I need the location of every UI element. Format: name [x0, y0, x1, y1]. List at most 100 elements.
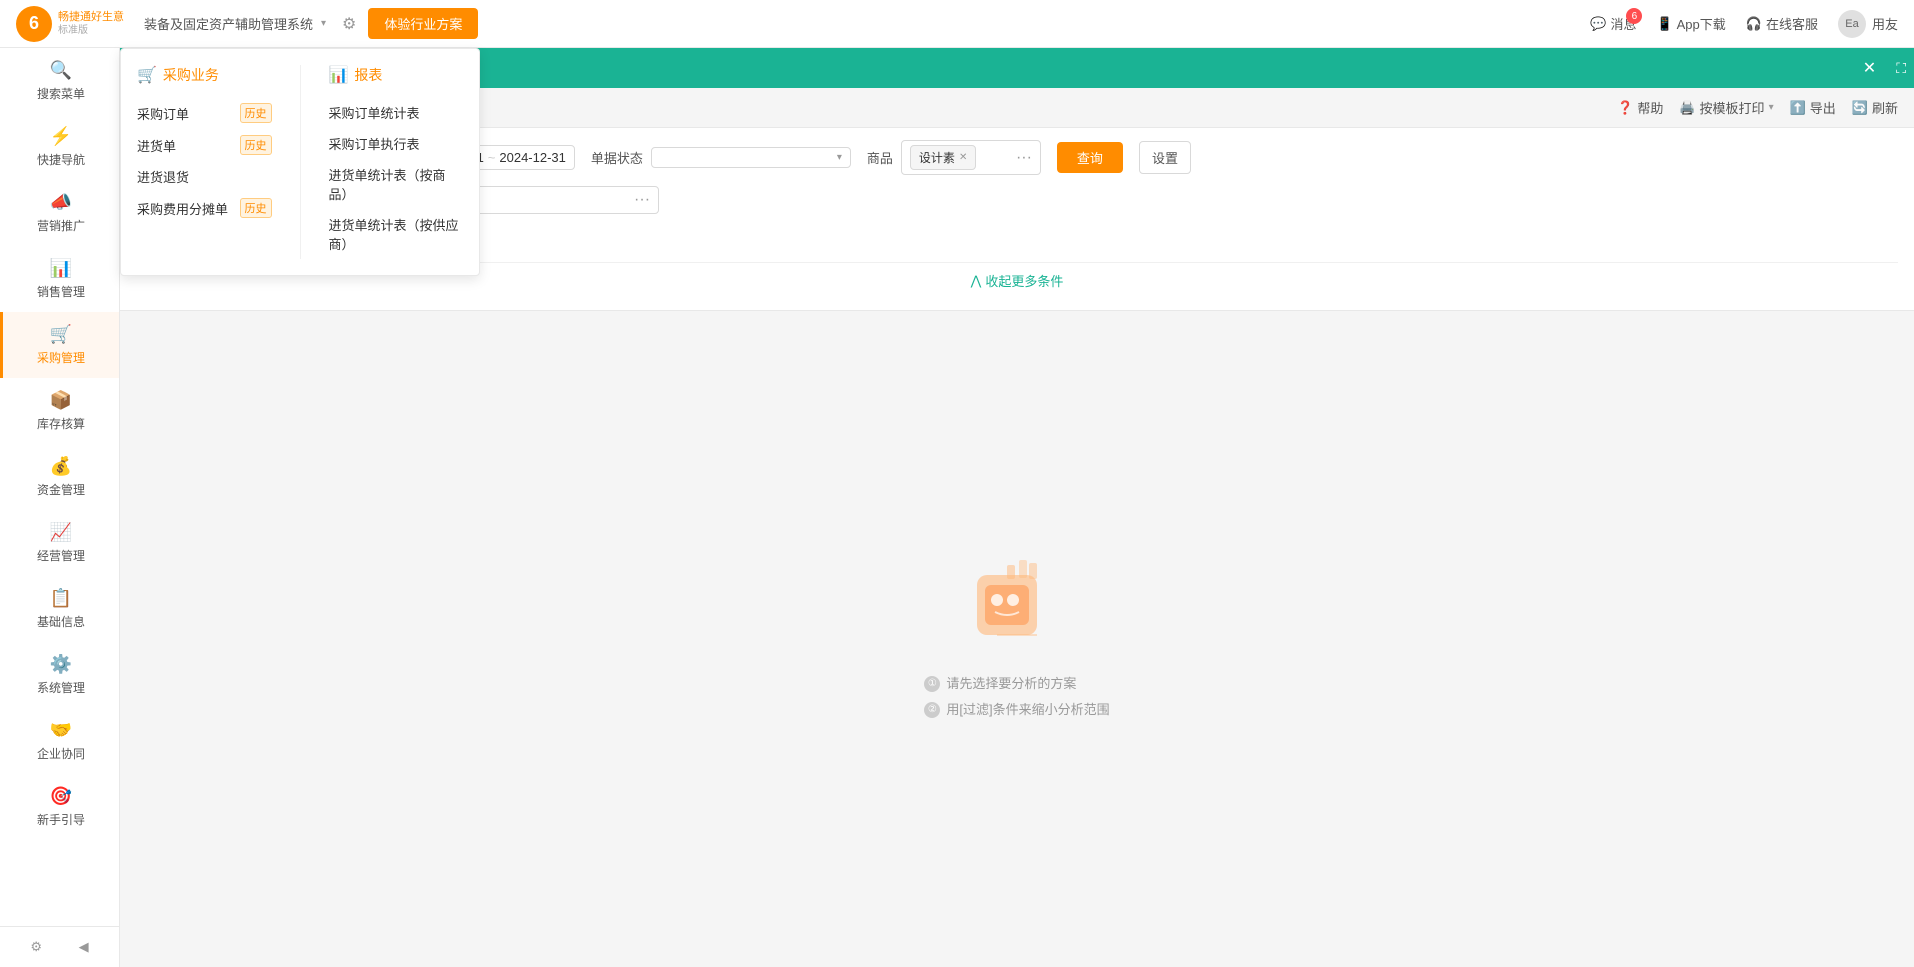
voucher-status-arrow-icon: ▾ [837, 152, 842, 163]
print-label: 按模板打印 [1700, 98, 1765, 117]
export-label: 导出 [1810, 98, 1836, 117]
dropdown-goods-receipt-stat-by-goods[interactable]: 进货单统计表（按商品） [329, 159, 464, 209]
sidebar-label-inventory: 库存核算 [37, 415, 85, 432]
sidebar-label-system: 系统管理 [37, 679, 85, 696]
refresh-label: 刷新 [1872, 98, 1898, 117]
logo-sub: 标准版 [58, 24, 124, 37]
tabbar-close-icon[interactable]: ✕ [1851, 58, 1888, 78]
goods-dots-icon[interactable]: ··· [1016, 149, 1032, 167]
sidebar-item-enterprise[interactable]: 🤝 企业协同 [0, 708, 119, 774]
sidebar: 🔍 搜索菜单 ⚡ 快捷导航 📣 营销推广 📊 销售管理 🛒 采购管理 📦 库存核… [0, 48, 120, 967]
sidebar-item-basic[interactable]: 📋 基础信息 [0, 576, 119, 642]
goods-tag-close-icon[interactable]: ✕ [959, 152, 967, 163]
phone-icon: 📱 [1656, 16, 1672, 32]
help-label: 帮助 [1637, 98, 1663, 117]
sidebar-label-purchase: 采购管理 [37, 349, 85, 366]
refresh-icon: 🔄 [1852, 100, 1868, 116]
title-arrow-icon[interactable]: ▾ [321, 18, 326, 29]
collapse-sidebar-icon[interactable]: ◀ [79, 939, 89, 955]
setting-btn[interactable]: 设置 [1139, 141, 1191, 174]
dropdown-purchase-order-exec[interactable]: 采购订单执行表 [329, 128, 464, 159]
sidebar-item-marketing[interactable]: 📣 营销推广 [0, 180, 119, 246]
sidebar-item-purchase[interactable]: 🛒 采购管理 [0, 312, 119, 378]
purchase-order-exec-label: 采购订单执行表 [329, 134, 420, 153]
empty-step2: ② 用[过滤]条件来缩小分析范围 [924, 697, 1109, 723]
app-download-btn[interactable]: 📱 App下载 [1656, 14, 1725, 33]
chart-icon: 📊 [50, 258, 72, 279]
chat-icon: 💬 [1590, 16, 1606, 32]
sidebar-item-sales[interactable]: 📊 销售管理 [0, 246, 119, 312]
step2-num: ② [924, 702, 940, 718]
gear-icon[interactable]: ⚙ [342, 14, 356, 34]
industry-btn[interactable]: 体验行业方案 [368, 8, 478, 39]
sidebar-item-quick[interactable]: ⚡ 快捷导航 [0, 114, 119, 180]
export-icon: ⬆️ [1790, 100, 1806, 116]
dropdown-goods-receipt[interactable]: 进货单 历史 [137, 129, 272, 161]
print-arrow-icon[interactable]: ▾ [1769, 102, 1774, 113]
sidebar-label-quick: 快捷导航 [37, 151, 85, 168]
purchase-col: 🛒 采购业务 采购订单 历史 进货单 历史 进货退货 采购费用分摊单 历史 [137, 65, 272, 259]
goods-tag: 设计素 ✕ [910, 145, 976, 170]
voucher-status-select[interactable]: ▾ [651, 147, 851, 168]
print-btn[interactable]: 🖨️ 按模板打印 ▾ [1679, 98, 1773, 117]
sidebar-label-sales: 销售管理 [37, 283, 85, 300]
money-icon: 💰 [50, 456, 72, 477]
sidebar-item-system[interactable]: ⚙️ 系统管理 [0, 642, 119, 708]
lightning-icon: ⚡ [50, 126, 72, 147]
settings-icon: ⚙️ [50, 654, 72, 675]
user-menu-btn[interactable]: Ea 用友 [1838, 10, 1898, 38]
headset-icon: 🎧 [1746, 16, 1762, 32]
user-label: 用友 [1872, 14, 1898, 33]
filter-goods-item: 商品 设计素 ✕ ··· [867, 140, 1041, 175]
filter-voucher-status-item: 单据状态 ▾ [591, 147, 851, 168]
dropdown-goods-return[interactable]: 进货退货 [137, 161, 272, 192]
history-tag-purchase-expense: 历史 [240, 198, 272, 218]
sidebar-item-inventory[interactable]: 📦 库存核算 [0, 378, 119, 444]
help-btn[interactable]: ❓ 帮助 [1617, 98, 1663, 117]
dropdown-divider [300, 65, 301, 259]
dropdown-purchase-order-stat[interactable]: 采购订单统计表 [329, 97, 464, 128]
search-icon: 🔍 [50, 60, 72, 81]
export-btn[interactable]: ⬆️ 导出 [1790, 98, 1836, 117]
empty-step1: ① 请先选择要分析的方案 [924, 671, 1109, 697]
settings-bottom-icon[interactable]: ⚙ [30, 939, 42, 955]
app-label: App下载 [1677, 14, 1726, 33]
goods-receipt-stat-supplier-label: 进货单统计表（按供应商） [329, 215, 464, 253]
help-icon: ❓ [1617, 100, 1633, 116]
notification-btn[interactable]: 💬 消息 6 [1590, 14, 1636, 33]
purchase-order-stat-label: 采购订单统计表 [329, 103, 420, 122]
sidebar-item-guide[interactable]: 🎯 新手引导 [0, 774, 119, 840]
service-label: 在线客服 [1766, 14, 1818, 33]
sidebar-item-search[interactable]: 🔍 搜索菜单 [0, 48, 119, 114]
step2-text: 用[过滤]条件来缩小分析范围 [946, 697, 1109, 723]
logo-icon: 6 [16, 6, 52, 42]
sidebar-item-operations[interactable]: 📈 经营管理 [0, 510, 119, 576]
online-service-btn[interactable]: 🎧 在线客服 [1746, 14, 1818, 33]
topbar: 6 畅捷通好生意 标准版 装备及固定资产辅助管理系统 ▾ ⚙ 体验行业方案 💬 … [0, 0, 1914, 48]
sidebar-label-enterprise: 企业协同 [37, 745, 85, 762]
sidebar-label-operations: 经营管理 [37, 547, 85, 564]
date-separator: ~ [488, 150, 496, 165]
voucher-status-label: 单据状态 [591, 148, 643, 167]
trend-icon: 📈 [50, 522, 72, 543]
salesperson-select[interactable]: ··· [459, 186, 659, 214]
tabbar-expand-icon[interactable]: ⛶ [1888, 60, 1914, 77]
dropdown-purchase-order[interactable]: 采购订单 历史 [137, 97, 272, 129]
sidebar-item-finance[interactable]: 💰 资金管理 [0, 444, 119, 510]
purchase-expense-label: 采购费用分摊单 [137, 199, 228, 218]
report-col: 📊 报表 采购订单统计表 采购订单执行表 进货单统计表（按商品） 进货单统计表（… [329, 65, 464, 259]
purchase-col-title-text: 采购业务 [163, 65, 219, 85]
refresh-btn[interactable]: 🔄 刷新 [1852, 98, 1898, 117]
goods-label: 商品 [867, 148, 893, 167]
salesperson-dots-icon[interactable]: ··· [634, 191, 650, 209]
search-btn[interactable]: 查询 [1057, 142, 1123, 173]
logo-text: 畅捷通好生意 标准版 [58, 10, 124, 37]
empty-illustration [957, 555, 1077, 655]
goods-select[interactable]: 设计素 ✕ ··· [901, 140, 1041, 175]
purchase-dropdown-menu: 🛒 采购业务 采购订单 历史 进货单 历史 进货退货 采购费用分摊单 历史 📊 … [120, 48, 480, 276]
purchase-col-title: 🛒 采购业务 [137, 65, 272, 85]
logo-area: 6 畅捷通好生意 标准版 [16, 6, 136, 42]
report-col-title: 📊 报表 [329, 65, 464, 85]
dropdown-purchase-expense[interactable]: 采购费用分摊单 历史 [137, 192, 272, 224]
dropdown-goods-receipt-stat-by-supplier[interactable]: 进货单统计表（按供应商） [329, 209, 464, 259]
